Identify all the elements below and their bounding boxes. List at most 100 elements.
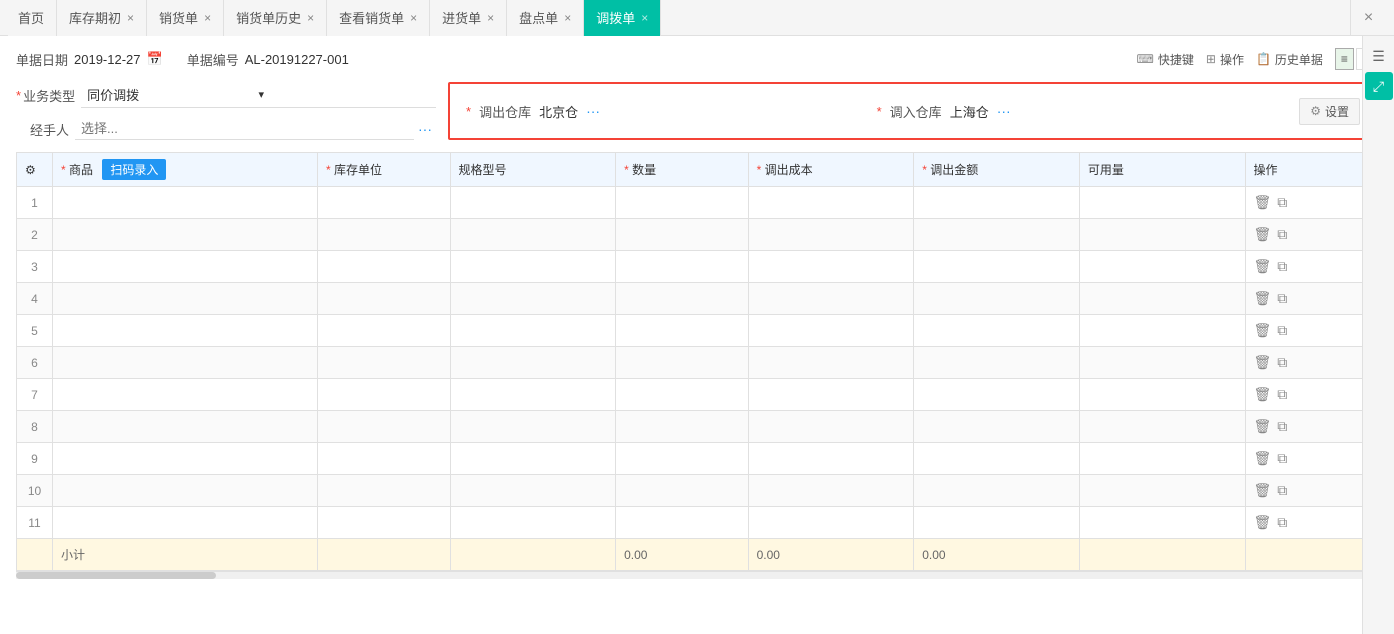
row-unit-10[interactable] — [318, 475, 451, 507]
row-unit-6[interactable] — [318, 347, 451, 379]
row-spec-1[interactable] — [450, 187, 616, 219]
row-avail-5[interactable] — [1079, 315, 1245, 347]
copy-icon-11[interactable]: ⧉ — [1277, 514, 1287, 531]
row-amount-5[interactable] — [914, 315, 1080, 347]
row-cost-3[interactable] — [748, 251, 914, 283]
row-spec-3[interactable] — [450, 251, 616, 283]
scan-input-btn[interactable]: 扫码录入 — [102, 159, 166, 180]
horizontal-scrollbar[interactable] — [16, 571, 1378, 579]
row-unit-8[interactable] — [318, 411, 451, 443]
tab-home[interactable]: 首页 — [8, 0, 57, 36]
tab-stocktake-close[interactable]: × — [564, 11, 571, 25]
row-qty-6[interactable] — [616, 347, 749, 379]
business-type-select[interactable]: 同价调拨 ▾ — [81, 82, 436, 108]
row-qty-9[interactable] — [616, 443, 749, 475]
layout-btn-list[interactable]: ≡ — [1335, 48, 1354, 70]
delete-icon-1[interactable]: 🗑 — [1254, 194, 1272, 211]
row-qty-1[interactable] — [616, 187, 749, 219]
delete-icon-5[interactable]: 🗑 — [1254, 322, 1272, 339]
tab-sales-order-close[interactable]: × — [204, 11, 211, 25]
warehouse-out-ellipsis-btn[interactable]: ··· — [586, 103, 600, 119]
row-product-7[interactable] — [53, 379, 318, 411]
row-amount-4[interactable] — [914, 283, 1080, 315]
delete-icon-4[interactable]: 🗑 — [1254, 290, 1272, 307]
row-unit-9[interactable] — [318, 443, 451, 475]
row-product-5[interactable] — [53, 315, 318, 347]
handler-ellipsis-btn[interactable]: ··· — [414, 121, 436, 137]
tab-view-sales-close[interactable]: × — [410, 11, 417, 25]
row-product-9[interactable] — [53, 443, 318, 475]
row-unit-11[interactable] — [318, 507, 451, 539]
tab-inventory-init[interactable]: 库存期初 × — [57, 0, 147, 36]
row-unit-7[interactable] — [318, 379, 451, 411]
row-amount-8[interactable] — [914, 411, 1080, 443]
row-cost-9[interactable] — [748, 443, 914, 475]
tab-view-sales[interactable]: 查看销货单 × — [327, 0, 430, 36]
handler-input[interactable] — [75, 118, 414, 140]
sidebar-list-icon[interactable]: ☰ — [1365, 42, 1393, 70]
row-avail-9[interactable] — [1079, 443, 1245, 475]
row-cost-7[interactable] — [748, 379, 914, 411]
row-cost-4[interactable] — [748, 283, 914, 315]
row-unit-2[interactable] — [318, 219, 451, 251]
row-amount-3[interactable] — [914, 251, 1080, 283]
delete-icon-2[interactable]: 🗑 — [1254, 226, 1272, 243]
tab-purchase[interactable]: 进货单 × — [430, 0, 507, 36]
row-qty-10[interactable] — [616, 475, 749, 507]
row-qty-7[interactable] — [616, 379, 749, 411]
row-spec-7[interactable] — [450, 379, 616, 411]
row-amount-9[interactable] — [914, 443, 1080, 475]
settings-button[interactable]: ⚙ 设置 — [1299, 98, 1360, 125]
row-qty-8[interactable] — [616, 411, 749, 443]
delete-icon-7[interactable]: 🗑 — [1254, 386, 1272, 403]
row-spec-2[interactable] — [450, 219, 616, 251]
copy-icon-8[interactable]: ⧉ — [1277, 418, 1287, 435]
copy-icon-6[interactable]: ⧉ — [1277, 354, 1287, 371]
row-product-2[interactable] — [53, 219, 318, 251]
row-spec-5[interactable] — [450, 315, 616, 347]
row-cost-11[interactable] — [748, 507, 914, 539]
row-product-11[interactable] — [53, 507, 318, 539]
row-avail-11[interactable] — [1079, 507, 1245, 539]
copy-icon-4[interactable]: ⧉ — [1277, 290, 1287, 307]
copy-icon-1[interactable]: ⧉ — [1277, 194, 1287, 211]
row-unit-3[interactable] — [318, 251, 451, 283]
row-avail-10[interactable] — [1079, 475, 1245, 507]
calendar-icon[interactable]: 📅 — [147, 51, 163, 67]
row-product-8[interactable] — [53, 411, 318, 443]
row-spec-4[interactable] — [450, 283, 616, 315]
tab-transfer-close[interactable]: × — [641, 11, 648, 25]
tab-sales-history[interactable]: 销货单历史 × — [224, 0, 327, 36]
row-product-6[interactable] — [53, 347, 318, 379]
copy-icon-9[interactable]: ⧉ — [1277, 450, 1287, 467]
row-cost-8[interactable] — [748, 411, 914, 443]
copy-icon-3[interactable]: ⧉ — [1277, 258, 1287, 275]
row-avail-7[interactable] — [1079, 379, 1245, 411]
row-qty-4[interactable] — [616, 283, 749, 315]
operations-btn[interactable]: ⊞ 操作 — [1206, 51, 1244, 68]
row-cost-1[interactable] — [748, 187, 914, 219]
delete-icon-3[interactable]: 🗑 — [1254, 258, 1272, 275]
row-unit-1[interactable] — [318, 187, 451, 219]
tab-purchase-close[interactable]: × — [487, 11, 494, 25]
row-amount-7[interactable] — [914, 379, 1080, 411]
row-spec-6[interactable] — [450, 347, 616, 379]
row-spec-8[interactable] — [450, 411, 616, 443]
tab-sales-order[interactable]: 销货单 × — [147, 0, 224, 36]
warehouse-in-ellipsis-btn[interactable]: ··· — [997, 103, 1011, 119]
row-qty-11[interactable] — [616, 507, 749, 539]
delete-icon-10[interactable]: 🗑 — [1254, 482, 1272, 499]
row-spec-11[interactable] — [450, 507, 616, 539]
delete-icon-6[interactable]: 🗑 — [1254, 354, 1272, 371]
row-avail-3[interactable] — [1079, 251, 1245, 283]
copy-icon-5[interactable]: ⧉ — [1277, 322, 1287, 339]
row-qty-5[interactable] — [616, 315, 749, 347]
row-avail-6[interactable] — [1079, 347, 1245, 379]
row-unit-4[interactable] — [318, 283, 451, 315]
row-avail-1[interactable] — [1079, 187, 1245, 219]
window-close-button[interactable]: × — [1350, 0, 1386, 36]
row-cost-6[interactable] — [748, 347, 914, 379]
th-gear[interactable]: ⚙ — [17, 153, 53, 187]
copy-icon-10[interactable]: ⧉ — [1277, 482, 1287, 499]
row-amount-1[interactable] — [914, 187, 1080, 219]
